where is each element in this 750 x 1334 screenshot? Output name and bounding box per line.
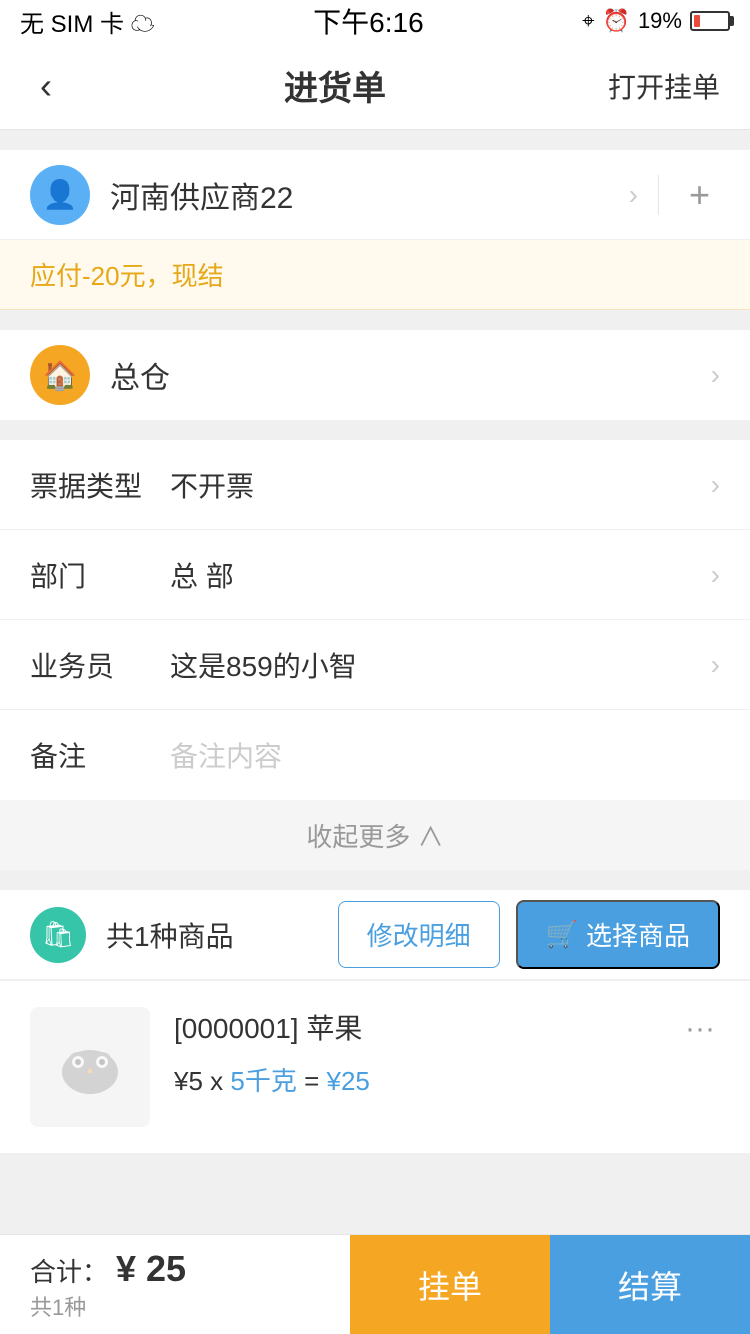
dept-chevron-icon: › bbox=[711, 559, 720, 591]
location-icon: ⌖ bbox=[582, 8, 594, 34]
product-price: ¥5 x 5千克 = ¥25 bbox=[174, 1061, 680, 1098]
nav-bar: ‹ 进货单 打开挂单 bbox=[0, 42, 750, 130]
product-item: [0000001] 苹果 ¥5 x 5千克 = ¥25 ··· bbox=[0, 980, 750, 1153]
product-thumb-owl-icon bbox=[50, 1027, 130, 1107]
select-product-label: 选择商品 bbox=[586, 916, 690, 953]
footer-total-sub: 共1种 bbox=[30, 1290, 320, 1322]
price-eq: = bbox=[304, 1066, 326, 1096]
settle-button[interactable]: 结算 bbox=[550, 1235, 750, 1334]
status-time: 下午6:16 bbox=[313, 1, 424, 41]
status-right: ⌖ ⏰ 19% bbox=[582, 8, 730, 34]
salesman-chevron-icon: › bbox=[711, 649, 720, 681]
hang-label: 挂单 bbox=[418, 1262, 482, 1308]
select-product-button[interactable]: 🛒 选择商品 bbox=[516, 900, 720, 969]
product-thumbnail bbox=[30, 1007, 150, 1127]
remark-input[interactable]: 备注内容 bbox=[150, 735, 720, 775]
product-title: 苹果 bbox=[306, 1013, 362, 1044]
select-product-icon: 🛒 bbox=[546, 919, 578, 950]
price-qty: 5千克 bbox=[230, 1066, 296, 1096]
supplier-chevron-icon: › bbox=[629, 179, 638, 211]
settle-label: 结算 bbox=[618, 1262, 682, 1308]
footer-total-row: 合计： ¥ 25 bbox=[30, 1248, 320, 1290]
remark-row[interactable]: 备注 备注内容 bbox=[0, 710, 750, 800]
bill-type-chevron-icon: › bbox=[711, 469, 720, 501]
collapse-label: 收起更多 ∧ bbox=[306, 817, 443, 854]
remark-label: 备注 bbox=[30, 735, 150, 775]
battery-percent: 19% bbox=[638, 8, 682, 34]
bill-type-row[interactable]: 票据类型 不开票 › bbox=[0, 440, 750, 530]
supplier-name: 河南供应商22 bbox=[110, 173, 629, 217]
status-bar: 无 SIM 卡 ☁ 下午6:16 ⌖ ⏰ 19% bbox=[0, 0, 750, 42]
price-total: ¥25 bbox=[327, 1066, 370, 1096]
person-icon: 👤 bbox=[43, 178, 78, 211]
product-more-button[interactable]: ··· bbox=[680, 1007, 720, 1051]
bill-type-label: 票据类型 bbox=[30, 465, 150, 505]
status-left: 无 SIM 卡 ☁ bbox=[20, 4, 155, 39]
supplier-section: 👤 河南供应商22 › + 应付-20元，现结 bbox=[0, 150, 750, 310]
supplier-avatar: 👤 bbox=[30, 165, 90, 225]
products-header: 🛍 共1种商品 修改明细 🛒 选择商品 bbox=[0, 890, 750, 980]
bill-type-value: 不开票 bbox=[150, 465, 711, 505]
dept-label: 部门 bbox=[30, 555, 150, 595]
add-supplier-button[interactable]: + bbox=[679, 169, 720, 221]
warehouse-row[interactable]: 🏠 总仓 › bbox=[0, 330, 750, 420]
alarm-icon: ⏰ bbox=[603, 8, 630, 34]
footer-total-amount: ¥ 25 bbox=[116, 1248, 186, 1290]
back-button[interactable]: ‹ bbox=[30, 55, 62, 117]
salesman-value: 这是859的小智 bbox=[150, 645, 711, 685]
cart-icon: 🛍 bbox=[41, 919, 74, 950]
dept-value: 总 部 bbox=[150, 555, 711, 595]
gap-3 bbox=[0, 420, 750, 440]
supplier-row[interactable]: 👤 河南供应商22 › + bbox=[0, 150, 750, 240]
price-x: x bbox=[210, 1066, 230, 1096]
products-icon: 🛍 bbox=[30, 907, 86, 963]
notice-banner: 应付-20元，现结 bbox=[0, 240, 750, 310]
collapse-row[interactable]: 收起更多 ∧ bbox=[0, 800, 750, 870]
page-title: 进货单 bbox=[284, 61, 386, 110]
battery-icon bbox=[690, 11, 730, 31]
product-info: [0000001] 苹果 ¥5 x 5千克 = ¥25 bbox=[174, 1007, 680, 1098]
footer: 合计： ¥ 25 共1种 挂单 结算 bbox=[0, 1234, 750, 1334]
product-name: [0000001] 苹果 bbox=[174, 1007, 680, 1047]
warehouse-name: 总仓 bbox=[110, 353, 711, 397]
footer-total: 合计： ¥ 25 共1种 bbox=[0, 1235, 350, 1334]
hang-button[interactable]: 挂单 bbox=[350, 1235, 550, 1334]
gap-4 bbox=[0, 870, 750, 890]
salesman-label: 业务员 bbox=[30, 645, 150, 685]
footer-total-label: 合计： bbox=[30, 1252, 108, 1289]
open-pending-button[interactable]: 打开挂单 bbox=[608, 66, 720, 106]
warehouse-section: 🏠 总仓 › bbox=[0, 330, 750, 420]
home-icon: 🏠 bbox=[43, 359, 78, 392]
warehouse-chevron-icon: › bbox=[711, 359, 720, 391]
salesman-row[interactable]: 业务员 这是859的小智 › bbox=[0, 620, 750, 710]
gap-1 bbox=[0, 130, 750, 150]
dept-row[interactable]: 部门 总 部 › bbox=[0, 530, 750, 620]
product-id: [0000001] bbox=[174, 1013, 299, 1044]
gap-2 bbox=[0, 310, 750, 330]
warehouse-icon: 🏠 bbox=[30, 345, 90, 405]
edit-detail-button[interactable]: 修改明细 bbox=[338, 901, 500, 968]
price-unit: ¥5 bbox=[174, 1066, 203, 1096]
form-section: 票据类型 不开票 › 部门 总 部 › 业务员 这是859的小智 › 备注 备注… bbox=[0, 440, 750, 800]
vertical-divider bbox=[658, 175, 659, 215]
sim-status: 无 SIM 卡 ☁ bbox=[20, 4, 155, 39]
products-count: 共1种商品 bbox=[106, 915, 338, 955]
